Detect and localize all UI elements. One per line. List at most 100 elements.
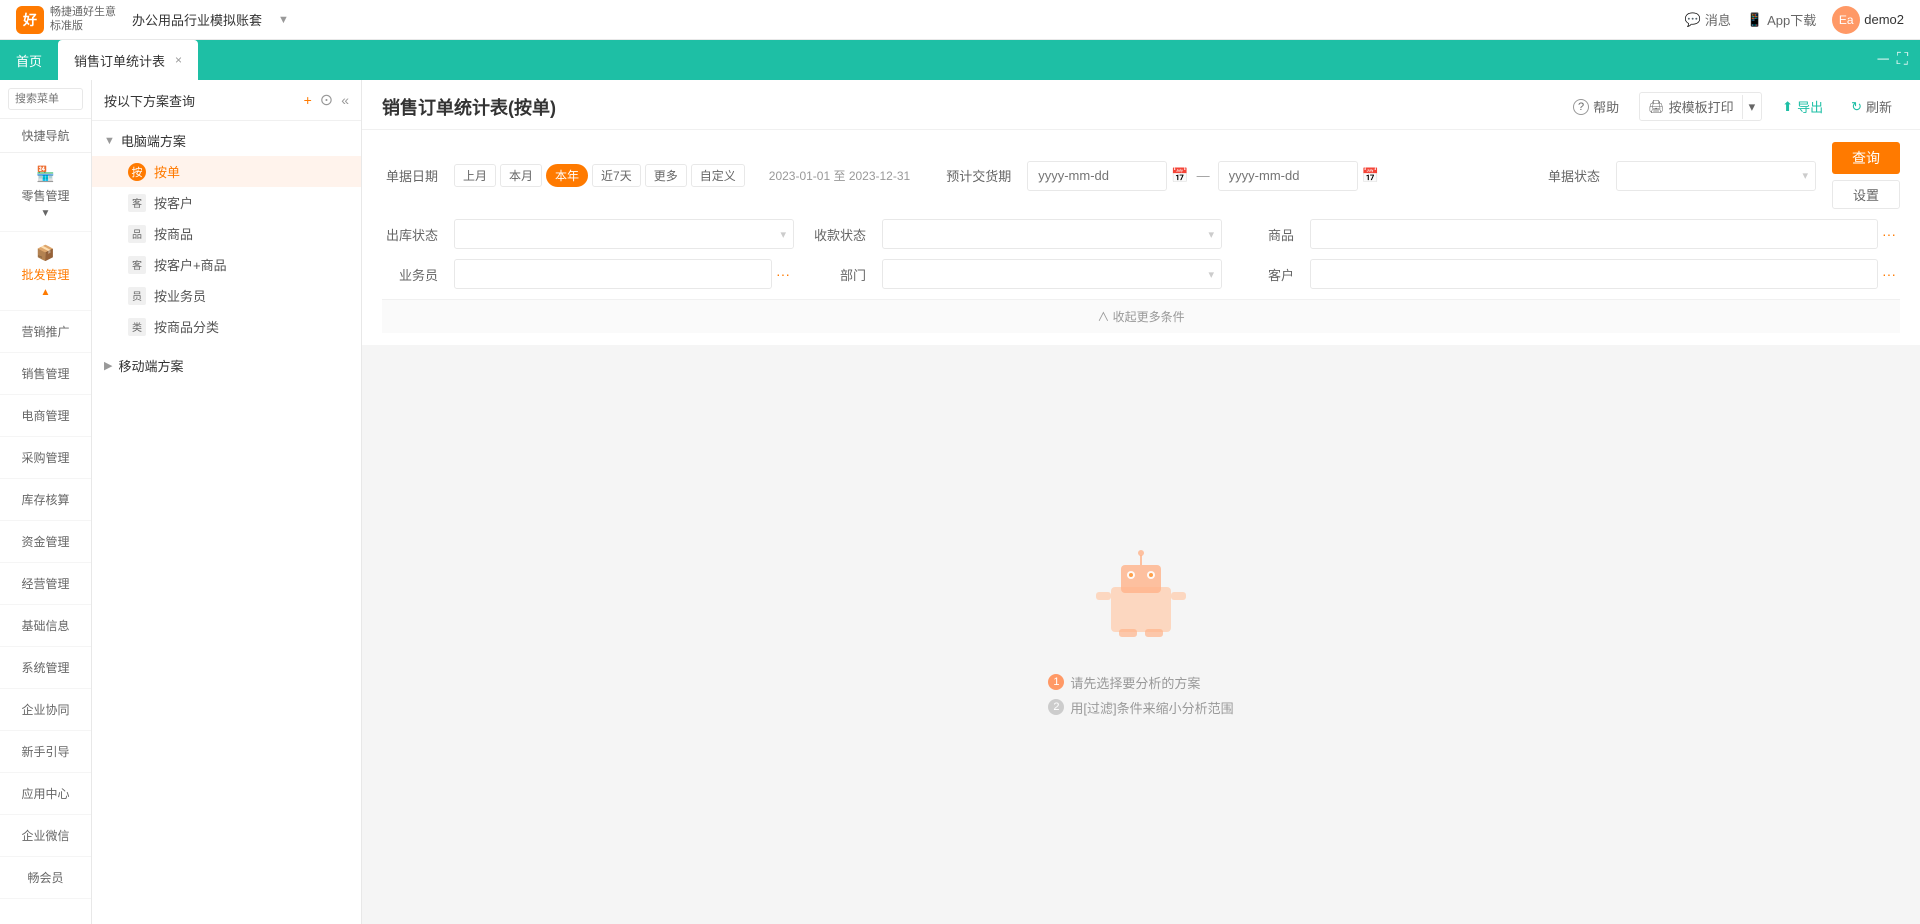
sidebar-section: 🏪 零售管理 ▼ 📦 批发管理 ▲ 营销推广 销售管理 电商管理 采购管理 (0, 153, 91, 899)
sidebar-item-purchase[interactable]: 采购管理 (0, 437, 91, 479)
retail-icon: 🏪 (36, 165, 55, 183)
by-customer-icon: 客 (128, 194, 146, 212)
salesperson-more-icon[interactable]: ··· (772, 266, 794, 282)
page-context-dropdown[interactable]: ▼ (278, 14, 289, 26)
filter-row-date: 单据日期 上月 本月 本年 近7天 更多 自定义 2023-01-01 至 20… (382, 142, 1900, 209)
tab-home[interactable]: 首页 (0, 40, 58, 80)
left-panel-title: 按以下方案查询 (104, 91, 195, 110)
calendar-icon-end[interactable]: 📅 (1362, 167, 1379, 184)
print-button[interactable]: 🖨 按模板打印 (1640, 93, 1742, 120)
date-btn-group: 上月 本月 本年 近7天 更多 自定义 (454, 164, 745, 187)
wholesale-icon: 📦 (36, 244, 55, 262)
delivery-select[interactable] (454, 219, 794, 249)
dept-select[interactable] (882, 259, 1222, 289)
filter-area: 单据日期 上月 本月 本年 近7天 更多 自定义 2023-01-01 至 20… (362, 130, 1920, 345)
print-dropdown-button[interactable]: ▾ (1742, 95, 1762, 119)
app-icon: 📱 (1747, 12, 1763, 28)
date-btn-7days[interactable]: 近7天 (592, 164, 641, 187)
date-btn-this-year[interactable]: 本年 (546, 164, 588, 187)
delivery-date-end-input[interactable] (1218, 161, 1358, 191)
status-label: 单据状态 (1544, 166, 1600, 185)
left-panel: 按以下方案查询 + ⊙ « ▼ 电脑端方案 按 按单 客 (92, 80, 362, 924)
app-download-button[interactable]: 📱 App下载 (1747, 10, 1816, 29)
help-button[interactable]: ? 帮助 (1565, 93, 1627, 120)
tab-bar-right: ─ ⛶ (1877, 51, 1920, 69)
status-select[interactable] (1616, 161, 1816, 191)
edit-scheme-button[interactable]: ⊙ (320, 90, 333, 110)
scheme-item-by-category[interactable]: 类 按商品分类 (92, 311, 361, 342)
sidebar-item-appstore[interactable]: 应用中心 (0, 773, 91, 815)
delivery-date-range: 📅 — 📅 (1027, 161, 1528, 191)
sidebar-item-ecommerce[interactable]: 电商管理 (0, 395, 91, 437)
query-button[interactable]: 查询 (1832, 142, 1900, 174)
sidebar-item-finance[interactable]: 资金管理 (0, 521, 91, 563)
collapse-icon: ∧ (1097, 310, 1109, 324)
delivery-date-start-input[interactable] (1027, 161, 1167, 191)
goods-more-icon[interactable]: ··· (1878, 226, 1900, 242)
set-button[interactable]: 设置 (1832, 180, 1900, 209)
date-btn-custom[interactable]: 自定义 (691, 164, 745, 187)
customer-input[interactable] (1310, 259, 1878, 289)
calendar-icon-start[interactable]: 📅 (1171, 167, 1188, 184)
tab-bar: 首页 销售订单统计表 × ─ ⛶ (0, 40, 1920, 80)
add-scheme-button[interactable]: + (304, 92, 312, 108)
status-select-wrapper: ▾ (1616, 161, 1816, 191)
sidebar-item-marketing[interactable]: 营销推广 (0, 311, 91, 353)
message-button[interactable]: 💬 消息 (1685, 10, 1731, 29)
sidebar-item-enterprise[interactable]: 企业协同 (0, 689, 91, 731)
empty-state: 1 请先选择要分析的方案 2 用[过滤]条件来缩小分析范围 (362, 345, 1920, 924)
sidebar: 快捷导航 🏪 零售管理 ▼ 📦 批发管理 ▲ 营销推广 销售管理 电商管理 (0, 80, 92, 924)
collapse-panel-button[interactable]: « (341, 92, 349, 108)
scheme-item-by-customer[interactable]: 客 按客户 (92, 187, 361, 218)
sidebar-item-wholesale[interactable]: 📦 批发管理 ▲ (0, 232, 91, 311)
payment-select[interactable] (882, 219, 1222, 249)
sidebar-item-retail[interactable]: 🏪 零售管理 ▼ (0, 153, 91, 232)
pc-group-arrow-icon: ▼ (104, 135, 115, 147)
customer-more-icon[interactable]: ··· (1878, 266, 1900, 282)
tab-close-icon[interactable]: × (175, 53, 182, 67)
sidebar-item-sales[interactable]: 销售管理 (0, 353, 91, 395)
date-btn-this-month[interactable]: 本月 (500, 164, 542, 187)
sidebar-item-quick-nav[interactable]: 快捷导航 (0, 119, 91, 153)
tab-minimize-icon[interactable]: ─ (1877, 51, 1888, 69)
empty-tips: 1 请先选择要分析的方案 2 用[过滤]条件来缩小分析范围 (1048, 667, 1233, 723)
message-icon: 💬 (1685, 12, 1701, 28)
tab-maximize-icon[interactable]: ⛶ (1897, 51, 1908, 69)
pc-group-header[interactable]: ▼ 电脑端方案 (92, 125, 361, 156)
mobile-group-header[interactable]: ▶ 移动端方案 (92, 350, 361, 381)
scheme-item-by-customer-goods[interactable]: 客 按客户+商品 (92, 249, 361, 280)
date-btn-more[interactable]: 更多 (645, 164, 687, 187)
sidebar-item-member[interactable]: 畅会员 (0, 857, 91, 899)
date-range-text: 2023-01-01 至 2023-12-31 (769, 167, 910, 184)
top-bar: 好 畅捷通好生意 标准版 办公用品行业模拟账套 ▼ 💬 消息 📱 App下载 E… (0, 0, 1920, 40)
user-area[interactable]: Ea demo2 (1832, 6, 1904, 34)
scheme-item-by-order[interactable]: 按 按单 (92, 156, 361, 187)
scheme-item-by-salesperson[interactable]: 员 按业务员 (92, 280, 361, 311)
date-btn-last-month[interactable]: 上月 (454, 164, 496, 187)
left-panel-header: 按以下方案查询 + ⊙ « (92, 80, 361, 121)
by-goods-icon: 品 (128, 225, 146, 243)
goods-input[interactable] (1310, 219, 1878, 249)
sidebar-item-wechat[interactable]: 企业微信 (0, 815, 91, 857)
scheme-item-by-goods[interactable]: 品 按商品 (92, 218, 361, 249)
salesperson-label: 业务员 (382, 265, 438, 284)
empty-illustration (1091, 547, 1191, 647)
sidebar-item-newbie[interactable]: 新手引导 (0, 731, 91, 773)
sidebar-item-system[interactable]: 系统管理 (0, 647, 91, 689)
logo-text: 畅捷通好生意 标准版 (50, 6, 116, 32)
tip-num-1: 1 (1048, 674, 1064, 690)
search-input[interactable] (8, 88, 83, 110)
tab-sales-order-stat[interactable]: 销售订单统计表 × (58, 40, 198, 80)
sidebar-item-inventory[interactable]: 库存核算 (0, 479, 91, 521)
mobile-group-label: 移动端方案 (118, 356, 183, 375)
left-panel-actions: + ⊙ « (304, 90, 349, 110)
salesperson-input[interactable] (454, 259, 772, 289)
sidebar-search-area (0, 80, 91, 119)
collapse-more-button[interactable]: ∧ 收起更多条件 (382, 299, 1900, 333)
page-context-title: 办公用品行业模拟账套 (124, 10, 270, 29)
refresh-button[interactable]: ↻ 刷新 (1843, 93, 1900, 120)
export-button[interactable]: ⬆ 导出 (1774, 93, 1831, 120)
sidebar-item-operations[interactable]: 经营管理 (0, 563, 91, 605)
payment-label: 收款状态 (810, 225, 866, 244)
sidebar-item-basic[interactable]: 基础信息 (0, 605, 91, 647)
